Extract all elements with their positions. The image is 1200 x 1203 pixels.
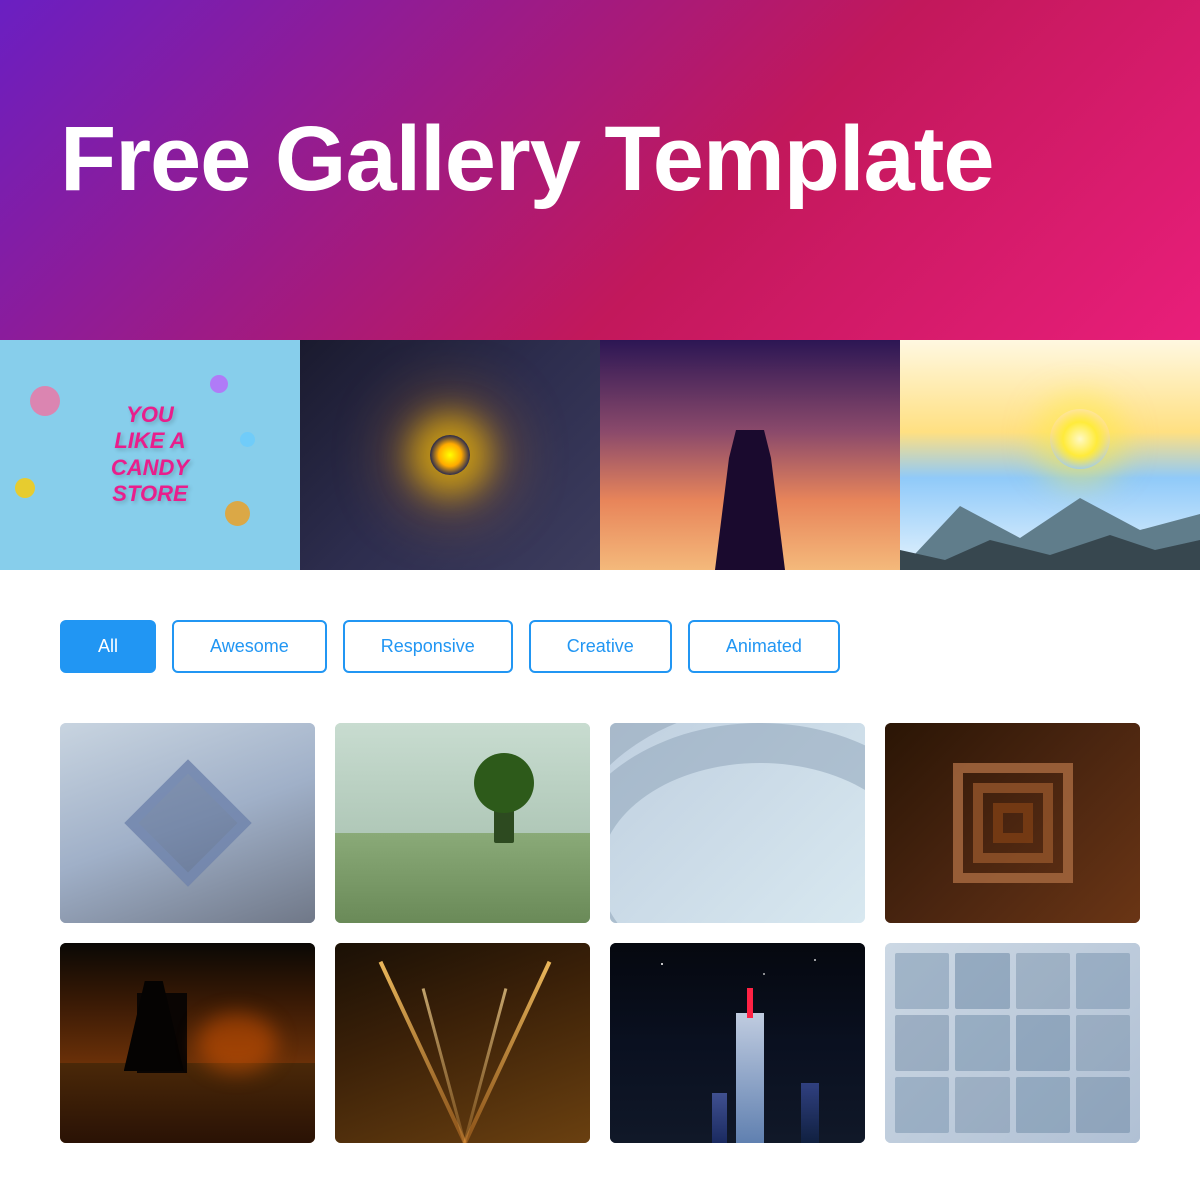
gallery-item-1[interactable] <box>60 723 315 923</box>
gallery-item-4[interactable] <box>885 723 1140 923</box>
filter-btn-all[interactable]: All <box>60 620 156 673</box>
gallery-item-5[interactable] <box>60 943 315 1143</box>
strip-item-candy[interactable]: YOULIKE ACANDYSTORE <box>0 340 300 570</box>
gallery-item-6[interactable] <box>335 943 590 1143</box>
strip-item-sparkler[interactable] <box>300 340 600 570</box>
silhouette-person <box>715 430 785 570</box>
gallery-item-7[interactable] <box>610 943 865 1143</box>
gallery-item-8[interactable] <box>885 943 1140 1143</box>
gallery-item-2[interactable] <box>335 723 590 923</box>
hero-banner: Free Gallery Template <box>0 0 1200 340</box>
filter-btn-animated[interactable]: Animated <box>688 620 840 673</box>
filter-section: All Awesome Responsive Creative Animated <box>0 570 1200 703</box>
hero-title: Free Gallery Template <box>60 109 994 210</box>
strip-gallery: YOULIKE ACANDYSTORE <box>0 340 1200 570</box>
filter-btn-responsive[interactable]: Responsive <box>343 620 513 673</box>
strip-item-silhouette[interactable] <box>600 340 900 570</box>
sparkler-glow <box>430 435 470 475</box>
filter-btn-creative[interactable]: Creative <box>529 620 672 673</box>
gallery-grid <box>0 703 1200 1203</box>
strip-item-mountain[interactable] <box>900 340 1200 570</box>
gallery-item-3[interactable] <box>610 723 865 923</box>
filter-btn-awesome[interactable]: Awesome <box>172 620 327 673</box>
